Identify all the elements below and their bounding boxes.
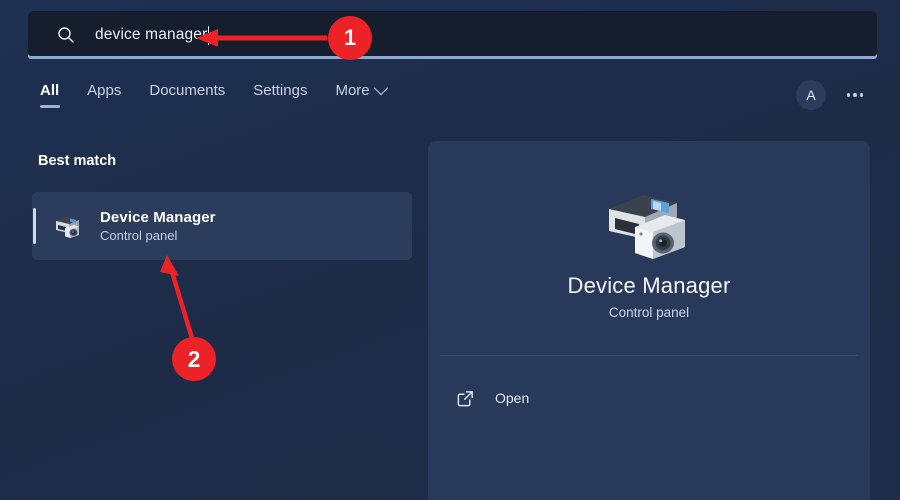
result-title: Device Manager <box>100 209 216 226</box>
preview-panel: Device Manager Control panel Open <box>428 141 870 500</box>
text-caret <box>208 26 209 45</box>
tab-documents-label: Documents <box>149 82 225 99</box>
filter-tabs-row: All Apps Documents Settings More A <box>0 80 900 122</box>
ellipsis-dot <box>853 93 857 97</box>
tab-settings[interactable]: Settings <box>239 80 321 109</box>
tab-all[interactable]: All <box>38 80 73 109</box>
best-match-label: Best match <box>38 153 116 169</box>
tab-more[interactable]: More <box>321 80 399 109</box>
devices-and-printers-icon <box>52 210 84 242</box>
divider <box>440 355 858 356</box>
tabs-right-actions: A <box>796 80 870 110</box>
ellipsis-dot <box>860 93 864 97</box>
ellipsis-dot <box>847 93 851 97</box>
chevron-down-icon <box>374 81 388 95</box>
search-bar[interactable]: device manager <box>28 11 877 59</box>
search-input-value: device manager <box>95 26 207 44</box>
open-action-button[interactable]: Open <box>446 381 616 415</box>
best-match-result-row[interactable]: Device Manager Control panel <box>32 192 412 260</box>
result-subtitle: Control panel <box>100 228 216 243</box>
result-text-block: Device Manager Control panel <box>100 209 216 243</box>
tab-settings-label: Settings <box>253 82 307 99</box>
tab-all-label: All <box>40 82 59 99</box>
tab-more-label: More <box>335 82 369 99</box>
tab-apps[interactable]: Apps <box>73 80 135 109</box>
preview-title: Device Manager <box>428 273 870 299</box>
preview-subtitle: Control panel <box>428 305 870 320</box>
avatar[interactable]: A <box>796 80 826 110</box>
annotation-badge-2-number: 2 <box>188 346 201 373</box>
open-external-icon <box>456 389 475 408</box>
search-input[interactable]: device manager <box>95 11 209 59</box>
ellipsis-icon[interactable] <box>840 80 870 110</box>
annotation-badge-2: 2 <box>172 337 216 381</box>
avatar-initial: A <box>806 87 815 103</box>
tab-apps-label: Apps <box>87 82 121 99</box>
search-icon <box>56 25 76 45</box>
open-action-label: Open <box>495 390 529 406</box>
filter-tabs: All Apps Documents Settings More <box>38 80 400 109</box>
search-overlay: device manager All Apps Documents Settin… <box>0 0 900 500</box>
preview-inner: Device Manager Control panel Open <box>428 141 870 500</box>
devices-and-printers-icon <box>601 183 697 267</box>
annotation-arrow-2 <box>172 272 192 338</box>
tab-documents[interactable]: Documents <box>135 80 239 109</box>
